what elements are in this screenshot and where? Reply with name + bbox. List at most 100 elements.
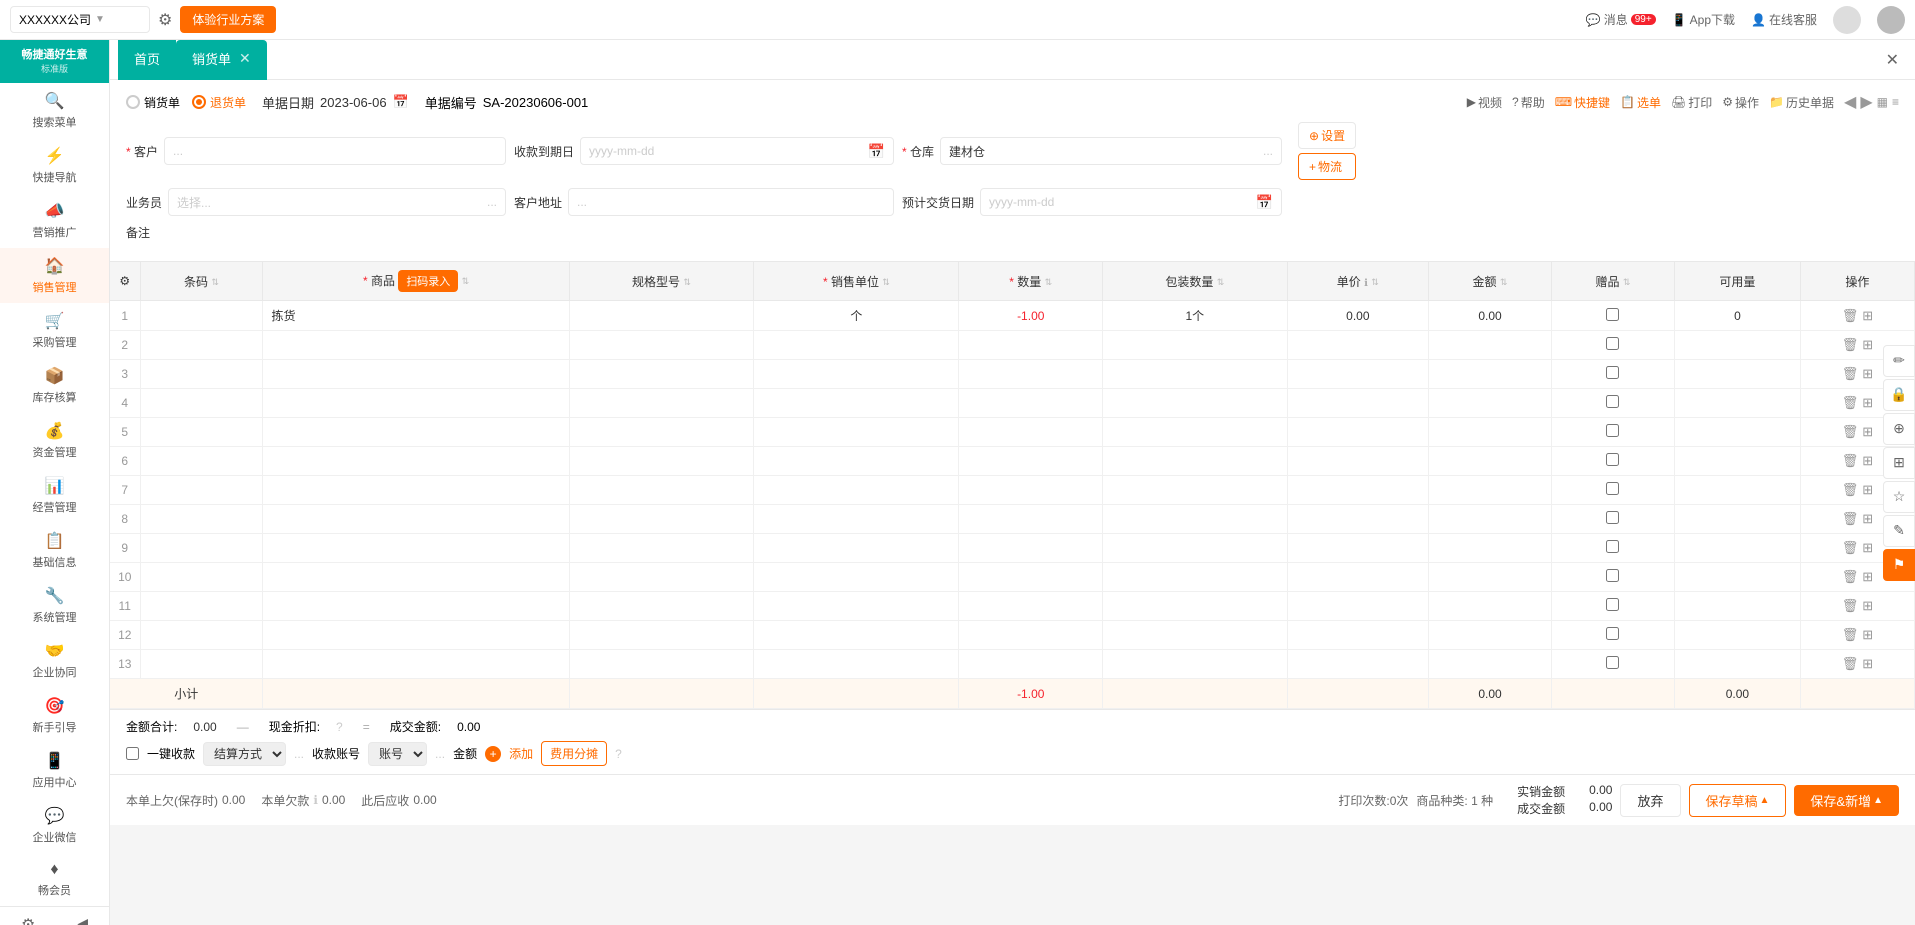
cell-pkg-qty[interactable] bbox=[1103, 331, 1288, 360]
th-settings[interactable]: ⚙ bbox=[110, 262, 140, 301]
cell-spec[interactable] bbox=[569, 650, 754, 679]
copy-row-icon[interactable]: ⊞ bbox=[1862, 395, 1873, 411]
cell-price[interactable] bbox=[1287, 418, 1428, 447]
cell-price[interactable] bbox=[1287, 360, 1428, 389]
warehouse-input[interactable]: 建材仓 ... bbox=[940, 137, 1282, 165]
cell-pkg-qty[interactable]: 1个 bbox=[1103, 301, 1288, 331]
cell-unit[interactable] bbox=[754, 592, 959, 621]
delete-row-icon[interactable]: 🗑 bbox=[1842, 453, 1859, 469]
sidebar-item-sales[interactable]: 🏠 销售管理 bbox=[0, 248, 109, 303]
cell-barcode[interactable] bbox=[140, 476, 263, 505]
copy-row-icon[interactable]: ⊞ bbox=[1862, 569, 1873, 585]
cell-spec[interactable] bbox=[569, 447, 754, 476]
cell-price[interactable] bbox=[1287, 563, 1428, 592]
sidebar-item-finance[interactable]: 💰 资金管理 bbox=[0, 413, 109, 468]
cell-amount[interactable] bbox=[1429, 447, 1552, 476]
cell-product[interactable] bbox=[263, 563, 569, 592]
action-history[interactable]: 📁 历史单据 bbox=[1769, 94, 1834, 111]
cell-unit[interactable] bbox=[754, 418, 959, 447]
sidebar-item-vip[interactable]: ♦ 畅会员 bbox=[0, 853, 109, 906]
scan-btn[interactable]: 扫码录入 bbox=[398, 270, 458, 292]
logistics-btn[interactable]: + 物流 bbox=[1298, 153, 1356, 180]
salesperson-input[interactable]: 选择... ... bbox=[168, 188, 506, 216]
delete-row-icon[interactable]: 🗑 bbox=[1842, 424, 1859, 440]
gear-btn[interactable]: ⚙ bbox=[158, 10, 172, 30]
gift-checkbox[interactable] bbox=[1606, 366, 1619, 379]
cell-qty[interactable]: -1.00 bbox=[959, 301, 1103, 331]
cell-spec[interactable] bbox=[569, 563, 754, 592]
gift-checkbox[interactable] bbox=[1606, 395, 1619, 408]
cell-pkg-qty[interactable] bbox=[1103, 563, 1288, 592]
cell-unit[interactable] bbox=[754, 389, 959, 418]
delete-row-icon[interactable]: 🗑 bbox=[1842, 395, 1859, 411]
grid-view-icon[interactable]: ▦ bbox=[1877, 95, 1888, 109]
cell-unit[interactable] bbox=[754, 331, 959, 360]
avatar2[interactable] bbox=[1877, 6, 1905, 34]
cell-product[interactable] bbox=[263, 621, 569, 650]
cell-qty[interactable] bbox=[959, 389, 1103, 418]
float-review-btn[interactable]: ⊞ bbox=[1883, 447, 1915, 479]
next-icon[interactable]: ▶ bbox=[1860, 92, 1872, 112]
cell-gift[interactable] bbox=[1551, 534, 1674, 563]
copy-row-icon[interactable]: ⊞ bbox=[1862, 308, 1873, 324]
float-edit-btn[interactable]: ✏ bbox=[1883, 345, 1915, 377]
cell-barcode[interactable] bbox=[140, 505, 263, 534]
add-btn[interactable]: + bbox=[485, 746, 501, 762]
cell-price[interactable] bbox=[1287, 331, 1428, 360]
radio-return[interactable]: 退货单 bbox=[192, 94, 246, 111]
cell-price[interactable] bbox=[1287, 621, 1428, 650]
sidebar-settings-btn[interactable]: ⚙ bbox=[21, 915, 35, 925]
tab-home[interactable]: 首页 bbox=[118, 40, 176, 80]
gift-checkbox[interactable] bbox=[1606, 453, 1619, 466]
cell-unit[interactable] bbox=[754, 534, 959, 563]
delete-row-icon[interactable]: 🗑 bbox=[1842, 656, 1859, 672]
copy-row-icon[interactable]: ⊞ bbox=[1862, 540, 1873, 556]
gift-checkbox[interactable] bbox=[1606, 569, 1619, 582]
cell-qty[interactable] bbox=[959, 447, 1103, 476]
cell-barcode[interactable] bbox=[140, 389, 263, 418]
cell-barcode[interactable] bbox=[140, 360, 263, 389]
payment-due-input[interactable]: yyyy-mm-dd 📅 bbox=[580, 137, 894, 165]
cell-pkg-qty[interactable] bbox=[1103, 389, 1288, 418]
cell-spec[interactable] bbox=[569, 476, 754, 505]
gift-checkbox[interactable] bbox=[1606, 540, 1619, 553]
action-help[interactable]: ? 帮助 bbox=[1512, 94, 1545, 111]
action-video[interactable]: ▶ 视频 bbox=[1467, 94, 1502, 111]
delete-row-icon[interactable]: 🗑 bbox=[1842, 627, 1859, 643]
settings-btn[interactable]: ⊕ 设置 bbox=[1298, 122, 1356, 149]
cell-amount[interactable] bbox=[1429, 650, 1552, 679]
account-select[interactable]: 账号 bbox=[368, 742, 427, 766]
delete-row-icon[interactable]: 🗑 bbox=[1842, 308, 1859, 324]
avatar[interactable] bbox=[1833, 6, 1861, 34]
gift-checkbox[interactable] bbox=[1606, 598, 1619, 611]
save-new-btn[interactable]: 保存&新增 ▲ bbox=[1794, 785, 1899, 816]
cell-product[interactable] bbox=[263, 476, 569, 505]
cell-qty[interactable] bbox=[959, 418, 1103, 447]
cell-product[interactable] bbox=[263, 331, 569, 360]
settlement-method-select[interactable]: 结算方式 bbox=[203, 742, 286, 766]
cell-pkg-qty[interactable] bbox=[1103, 534, 1288, 563]
cell-gift[interactable] bbox=[1551, 360, 1674, 389]
delete-row-icon[interactable]: 🗑 bbox=[1842, 511, 1859, 527]
cell-qty[interactable] bbox=[959, 621, 1103, 650]
cell-price[interactable]: 0.00 bbox=[1287, 301, 1428, 331]
cell-pkg-qty[interactable] bbox=[1103, 447, 1288, 476]
discard-btn[interactable]: 放弃 bbox=[1620, 784, 1680, 817]
cell-price[interactable] bbox=[1287, 389, 1428, 418]
cell-barcode[interactable] bbox=[140, 592, 263, 621]
message-btn[interactable]: 💬 消息 99+ bbox=[1586, 11, 1656, 28]
cell-product[interactable] bbox=[263, 389, 569, 418]
tab-close-icon[interactable]: ✕ bbox=[239, 50, 251, 67]
question-icon-2[interactable]: ? bbox=[615, 747, 622, 761]
sidebar-item-enterprise[interactable]: 🤝 企业协同 bbox=[0, 633, 109, 688]
cell-gift[interactable] bbox=[1551, 505, 1674, 534]
cell-pkg-qty[interactable] bbox=[1103, 476, 1288, 505]
delete-row-icon[interactable]: 🗑 bbox=[1842, 337, 1859, 353]
cell-spec[interactable] bbox=[569, 331, 754, 360]
copy-row-icon[interactable]: ⊞ bbox=[1862, 424, 1873, 440]
cell-gift[interactable] bbox=[1551, 447, 1674, 476]
cell-unit[interactable] bbox=[754, 505, 959, 534]
cell-spec[interactable] bbox=[569, 621, 754, 650]
cell-product[interactable] bbox=[263, 360, 569, 389]
delete-row-icon[interactable]: 🗑 bbox=[1842, 569, 1859, 585]
